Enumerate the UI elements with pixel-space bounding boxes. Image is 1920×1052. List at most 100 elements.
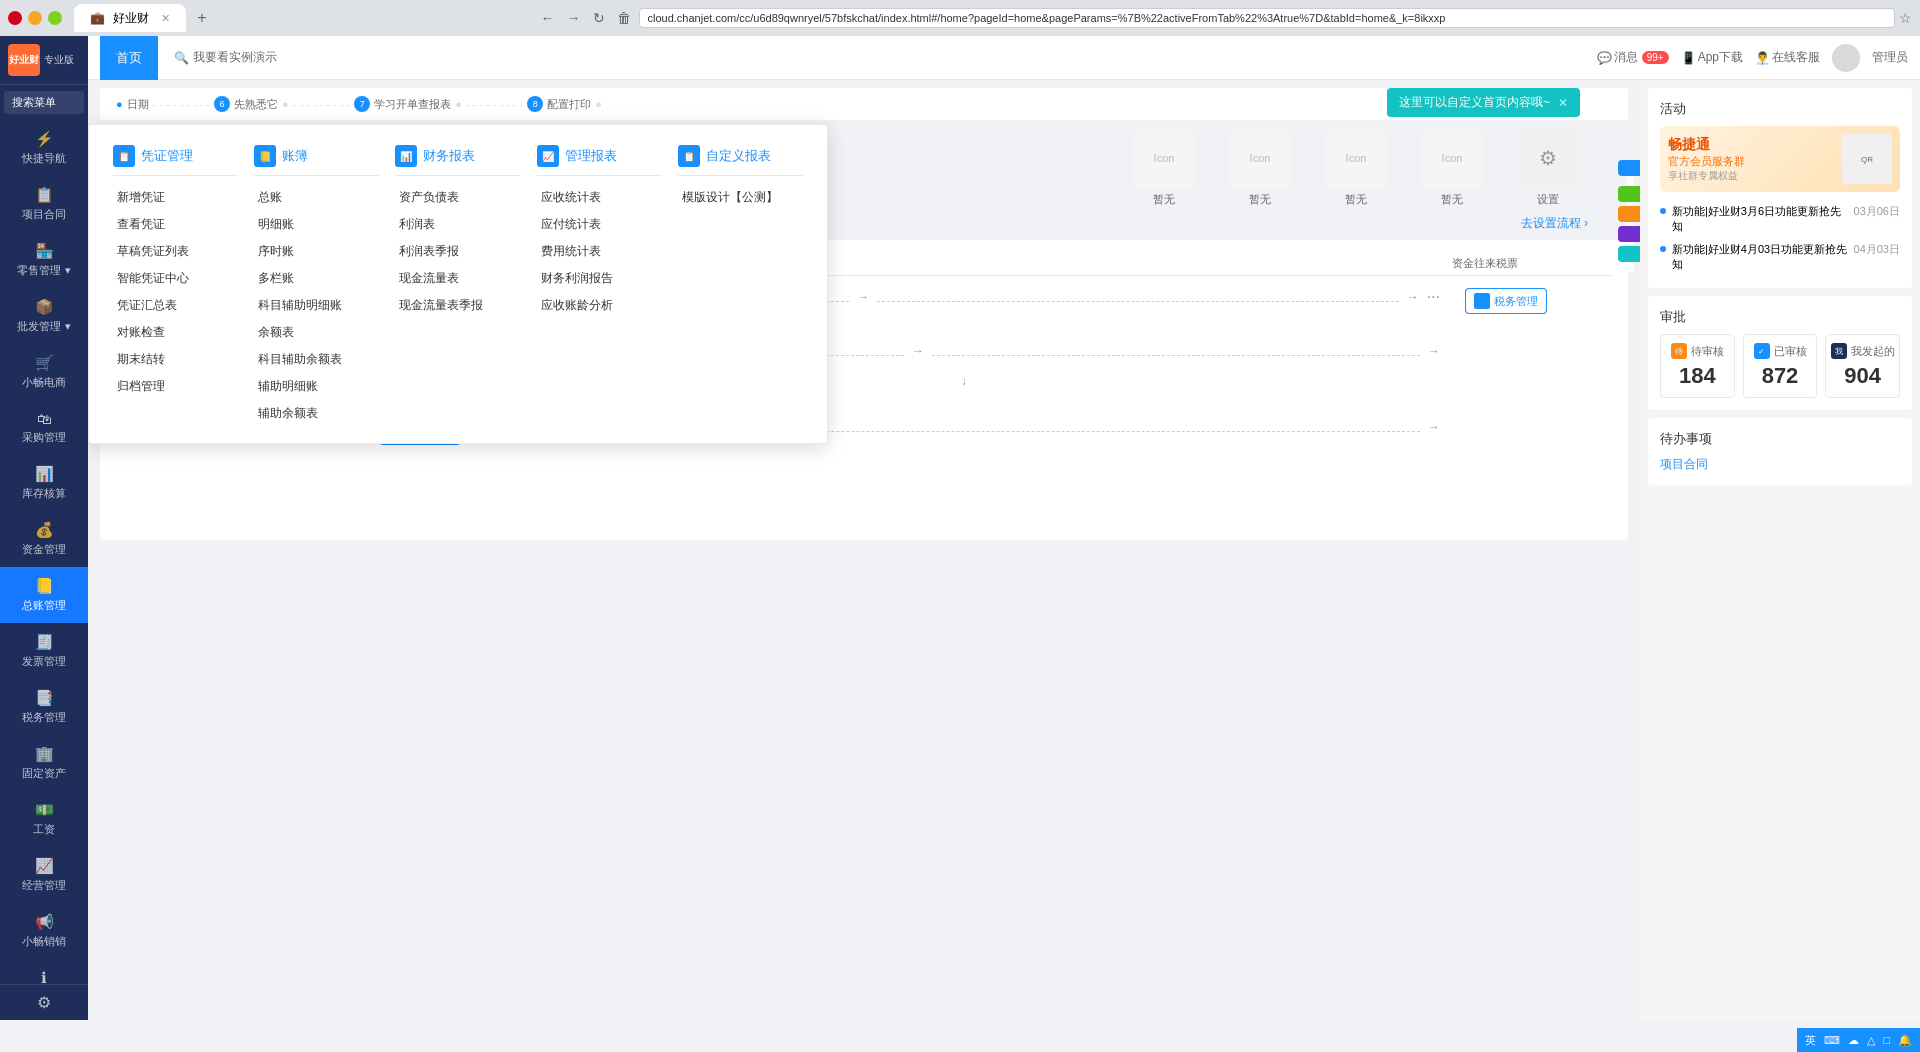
menu-item-period-close[interactable]: 期末结转 bbox=[113, 346, 238, 373]
menu-item-profit-quarterly[interactable]: 利润表季报 bbox=[395, 238, 520, 265]
menu-item-general-ledger[interactable]: 总账 bbox=[254, 184, 379, 211]
sidebar-item-ledger[interactable]: 📒 总账管理 bbox=[0, 567, 88, 623]
flow-node-tax-mgmt[interactable]: 税务管理 bbox=[1465, 288, 1547, 314]
menu-item-multi-column[interactable]: 多栏账 bbox=[254, 265, 379, 292]
menu-item-profit-report[interactable]: 财务利润报告 bbox=[537, 265, 662, 292]
nav-delete-button[interactable]: 🗑 bbox=[613, 8, 635, 28]
icon-item-4[interactable]: Icon 暂无 bbox=[1412, 128, 1492, 207]
search-menu-button[interactable]: 搜索菜单 bbox=[4, 91, 84, 114]
sidebar-item-label: 发票管理 bbox=[4, 654, 84, 669]
status-triangle[interactable]: △ bbox=[1867, 1034, 1875, 1047]
top-search-demo[interactable]: 🔍 我要看实例演示 bbox=[174, 49, 277, 66]
goto-flow-link[interactable]: 去设置流程 › bbox=[1521, 212, 1588, 234]
arrow-right-1: → bbox=[857, 290, 869, 304]
menu-item-aux-balance[interactable]: 辅助余额表 bbox=[254, 400, 379, 427]
menu-item-template-design[interactable]: 模版设计【公测】 bbox=[678, 184, 803, 211]
nav-forward-button[interactable]: → bbox=[563, 8, 585, 28]
sidebar-item-contract[interactable]: 📋 项目合同 bbox=[0, 176, 88, 232]
side-btn-help[interactable]: 帮助中心 bbox=[1618, 186, 1640, 202]
pending-sub-label[interactable]: 项目合同 bbox=[1660, 456, 1900, 473]
approval-grid: 待 待审核 184 ✓ 已审核 872 bbox=[1660, 334, 1900, 398]
menu-item-subject-detail[interactable]: 科目辅助明细账 bbox=[254, 292, 379, 319]
menu-item-balance[interactable]: 余额表 bbox=[254, 319, 379, 346]
sidebar-item-info[interactable]: ℹ 基础信息 bbox=[0, 959, 88, 984]
user-avatar[interactable] bbox=[1832, 44, 1860, 72]
side-btn-desktop[interactable]: 桌面快捷 bbox=[1618, 246, 1640, 262]
sidebar-item-purchase[interactable]: 🛍 采购管理 bbox=[0, 400, 88, 455]
address-bar[interactable]: cloud.chanjet.com/cc/u6d89qwnryel/57bfsk… bbox=[639, 8, 1896, 28]
menu-item-aux-detail[interactable]: 辅助明细账 bbox=[254, 373, 379, 400]
news-item-2[interactable]: 新功能|好业财4月03日功能更新抢先知 04月03日 bbox=[1660, 238, 1900, 276]
status-bell[interactable]: 🔔 bbox=[1898, 1034, 1912, 1047]
menu-item-sequence-ledger[interactable]: 序时账 bbox=[254, 238, 379, 265]
sidebar-item-shortcut[interactable]: ⚡ 快捷导航 bbox=[0, 120, 88, 176]
menu-item-voucher-summary[interactable]: 凭证汇总表 bbox=[113, 292, 238, 319]
new-tab-button[interactable]: + bbox=[190, 6, 214, 30]
menu-item-subject-balance[interactable]: 科目辅助余额表 bbox=[254, 346, 379, 373]
approval-card-initiated[interactable]: 我 我发起的 904 bbox=[1825, 334, 1900, 398]
approval-card-pending[interactable]: 待 待审核 184 bbox=[1660, 334, 1735, 398]
banner-title: 畅捷通 bbox=[1668, 136, 1834, 154]
window-close-btn[interactable] bbox=[8, 11, 22, 25]
message-btn[interactable]: 💬 消息 99+ bbox=[1597, 49, 1669, 66]
menu-item-detail-ledger[interactable]: 明细账 bbox=[254, 211, 379, 238]
tab-close-icon[interactable]: ✕ bbox=[161, 12, 170, 25]
step-7-label: 学习开单查报表 bbox=[374, 97, 451, 112]
menu-item-smart-voucher[interactable]: 智能凭证中心 bbox=[113, 265, 238, 292]
sidebar-item-fund[interactable]: 💰 资金管理 bbox=[0, 511, 88, 567]
sidebar-item-label: 总账管理 bbox=[4, 598, 84, 613]
menu-item-archive[interactable]: 归档管理 bbox=[113, 373, 238, 400]
menu-item-cashflow-quarterly[interactable]: 现金流量表季报 bbox=[395, 292, 520, 319]
nav-refresh-button[interactable]: ↻ bbox=[589, 8, 609, 28]
side-btn-community[interactable]: 服务社区 bbox=[1618, 226, 1640, 242]
icon-label-1: 暂无 bbox=[1124, 192, 1204, 207]
sidebar-item-retail[interactable]: 🏪 零售管理 ▾ bbox=[0, 232, 88, 288]
icon-item-1[interactable]: Icon 暂无 bbox=[1124, 128, 1204, 207]
sidebar-settings[interactable]: ⚙ bbox=[0, 984, 88, 1020]
menu-item-cashflow[interactable]: 现金流量表 bbox=[395, 265, 520, 292]
bookmark-icon[interactable]: ☆ bbox=[1899, 10, 1912, 26]
status-square[interactable]: □ bbox=[1883, 1034, 1890, 1046]
home-tab[interactable]: 首页 bbox=[100, 36, 158, 80]
menu-item-receivable-stats[interactable]: 应收统计表 bbox=[537, 184, 662, 211]
sidebar-item-invoice[interactable]: 🧾 发票管理 bbox=[0, 623, 88, 679]
sidebar-item-salary[interactable]: 💵 工资 bbox=[0, 791, 88, 847]
status-keyboard[interactable]: ⌨ bbox=[1824, 1034, 1840, 1047]
icon-item-2[interactable]: Icon 暂无 bbox=[1220, 128, 1300, 207]
menu-item-view-voucher[interactable]: 查看凭证 bbox=[113, 211, 238, 238]
sidebar-item-management[interactable]: 📈 经营管理 bbox=[0, 847, 88, 903]
icon-item-settings[interactable]: ⚙ 设置 bbox=[1508, 128, 1588, 207]
menu-item-reconcile[interactable]: 对账检查 bbox=[113, 319, 238, 346]
online-service-btn[interactable]: 👨‍💼 在线客服 bbox=[1755, 49, 1820, 66]
side-btn-service[interactable]: 客服热线 bbox=[1618, 206, 1640, 222]
menu-item-profit[interactable]: 利润表 bbox=[395, 211, 520, 238]
sidebar-item-wholesale[interactable]: 📦 批发管理 ▾ bbox=[0, 288, 88, 344]
tab-favicon: 💼 bbox=[90, 11, 105, 25]
news-item-1[interactable]: 新功能|好业财3月6日功能更新抢先知 03月06日 bbox=[1660, 200, 1900, 238]
app-download-btn[interactable]: 📱 App下载 bbox=[1681, 49, 1743, 66]
sidebar-item-assets[interactable]: 🏢 固定资产 bbox=[0, 735, 88, 791]
sidebar-item-xiaochang[interactable]: 📢 小畅销销 bbox=[0, 903, 88, 959]
fund-icon: 💰 bbox=[4, 521, 84, 539]
status-cloud[interactable]: ☁ bbox=[1848, 1034, 1859, 1047]
sidebar-nav: ⚡ 快捷导航 📋 项目合同 🏪 零售管理 ▾ 📦 批发管理 ▾ 🛒 bbox=[0, 120, 88, 984]
approval-card-approved[interactable]: ✓ 已审核 872 bbox=[1743, 334, 1818, 398]
tooltip-close-button[interactable]: ✕ bbox=[1558, 96, 1568, 110]
sidebar-item-ecommerce[interactable]: 🛒 小畅电商 bbox=[0, 344, 88, 400]
menu-item-new-voucher[interactable]: 新增凭证 bbox=[113, 184, 238, 211]
activity-banner[interactable]: 畅捷通 官方会员服务群 享社群专属权益 QR bbox=[1660, 126, 1900, 192]
nav-back-button[interactable]: ← bbox=[537, 8, 559, 28]
sidebar-item-inventory[interactable]: 📊 库存核算 bbox=[0, 455, 88, 511]
menu-item-balance-sheet[interactable]: 资产负债表 bbox=[395, 184, 520, 211]
menu-item-expense-stats[interactable]: 费用统计表 bbox=[537, 238, 662, 265]
menu-item-receivable-aging[interactable]: 应收账龄分析 bbox=[537, 292, 662, 319]
sidebar-item-tax[interactable]: 📑 税务管理 bbox=[0, 679, 88, 735]
window-max-btn[interactable] bbox=[48, 11, 62, 25]
status-lang[interactable]: 英 bbox=[1805, 1033, 1816, 1048]
menu-item-payable-stats[interactable]: 应付统计表 bbox=[537, 211, 662, 238]
menu-item-draft-voucher[interactable]: 草稿凭证列表 bbox=[113, 238, 238, 265]
active-tab[interactable]: 💼 好业财 ✕ bbox=[74, 4, 186, 32]
icon-item-3[interactable]: Icon 暂无 bbox=[1316, 128, 1396, 207]
side-btn-home-settings[interactable]: 首页设置 bbox=[1618, 160, 1640, 176]
window-min-btn[interactable] bbox=[28, 11, 42, 25]
